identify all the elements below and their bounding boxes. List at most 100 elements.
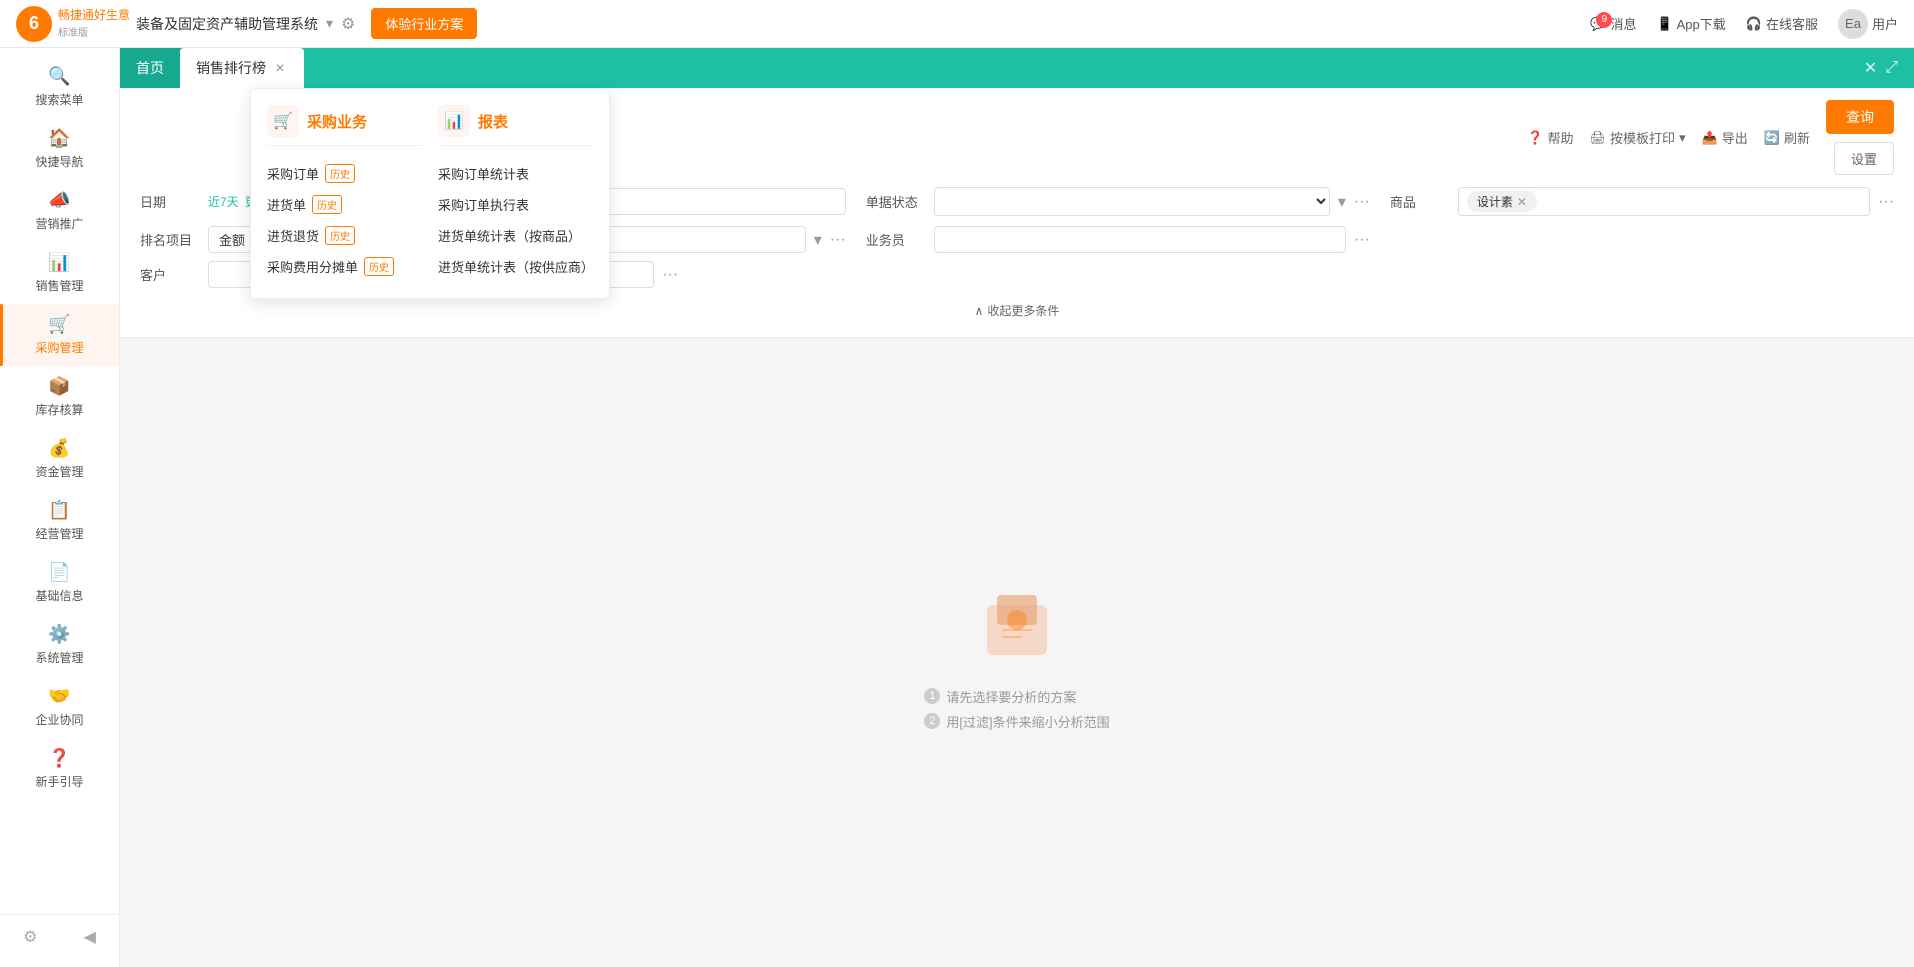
- dropdown-item-stock-stats-by-goods[interactable]: 进货单统计表（按商品）: [438, 220, 593, 251]
- sidebar-item-quick-nav[interactable]: 🏠 快捷导航: [0, 118, 119, 180]
- tab-home[interactable]: 首页: [120, 48, 180, 88]
- sidebar-label-finance: 资金管理: [35, 463, 83, 480]
- user-item[interactable]: Ea 用户: [1838, 9, 1898, 39]
- sidebar-item-search-menu[interactable]: 🔍 搜索菜单: [0, 56, 119, 118]
- sidebar-item-guide[interactable]: ❓ 新手引导: [0, 738, 119, 800]
- salesperson-ellipsis[interactable]: ···: [1354, 231, 1370, 249]
- reports-col: 📊 报表 采购订单统计表 采购订单执行表 进货单统计表（按商品） 进货单统计: [438, 105, 593, 282]
- tab-expand-icon[interactable]: ⤢: [1885, 59, 1898, 77]
- help-btn[interactable]: ❓ 帮助: [1527, 128, 1573, 147]
- tip-text-2: 用[过滤]条件来缩小分析范围: [946, 712, 1109, 731]
- purchase-col-title: 采购业务: [307, 111, 367, 132]
- doc-status-select[interactable]: [934, 187, 1330, 216]
- sales-icon: 📊: [48, 252, 70, 273]
- industry-btn[interactable]: 体验行业方案: [371, 8, 477, 39]
- purchase-col-icon-wrap: 🛒: [267, 105, 299, 137]
- dropdown-item-purchase-order[interactable]: 采购订单 历史: [267, 158, 422, 189]
- system-dropdown-icon[interactable]: ▾: [326, 15, 333, 32]
- dropdown-item-purchase-order-stats[interactable]: 采购订单统计表: [438, 158, 593, 189]
- export-btn[interactable]: 📤 导出: [1702, 128, 1748, 147]
- finance-icon: 💰: [48, 438, 70, 459]
- tab-close-all-icon[interactable]: ✕: [1864, 58, 1877, 78]
- sidebar-label-purchase: 采购管理: [35, 339, 83, 356]
- tab-close-icon[interactable]: ✕: [272, 60, 288, 76]
- print-dropdown-icon[interactable]: ▾: [1679, 130, 1686, 146]
- stock-return-history-badge: 历史: [325, 226, 355, 245]
- dropdown-item-stock-return[interactable]: 进货退货 历史: [267, 220, 422, 251]
- goods-tag: 设计素 ✕: [1467, 191, 1537, 212]
- logo-sub: 标准版: [58, 24, 130, 39]
- empty-svg: [967, 575, 1067, 675]
- purchase-expense-label: 采购费用分摊单: [267, 257, 358, 276]
- purchase-order-label: 采购订单: [267, 164, 319, 183]
- rank-ellipsis[interactable]: ···: [830, 231, 846, 249]
- salesperson-input[interactable]: [934, 226, 1346, 253]
- content-area: 首页 销售排行榜 ✕ ✕ ⤢ ❓ 帮助 🖨 按模板打印: [120, 48, 1914, 967]
- app-download-item[interactable]: 📱 App下载: [1656, 14, 1725, 33]
- sidebar-item-sales[interactable]: 📊 销售管理: [0, 242, 119, 304]
- guide-icon: ❓: [48, 748, 70, 769]
- print-btn[interactable]: 🖨 按模板打印 ▾: [1590, 128, 1686, 147]
- sidebar-item-basic-info[interactable]: 📄 基础信息: [0, 552, 119, 614]
- sidebar-item-finance[interactable]: 💰 资金管理: [0, 428, 119, 490]
- reports-col-header: 📊 报表: [438, 105, 593, 146]
- bottom-settings-icon[interactable]: ⚙: [23, 927, 37, 947]
- filter-doc-status: 单据状态 ▾ ···: [866, 187, 1370, 216]
- tip-num-1: 1: [924, 688, 940, 704]
- refresh-btn[interactable]: 🔄 刷新: [1764, 128, 1810, 147]
- setting-button[interactable]: 设置: [1834, 142, 1894, 175]
- sidebar-item-inventory[interactable]: 📦 库存核算: [0, 366, 119, 428]
- online-service-item[interactable]: 🎧 在线客服: [1746, 14, 1818, 33]
- help-icon: ❓: [1527, 130, 1543, 146]
- sidebar-item-system[interactable]: ⚙️ 系统管理: [0, 614, 119, 676]
- date-quick-7days[interactable]: 近7天: [208, 193, 239, 210]
- dropdown-item-stock-in[interactable]: 进货单 历史: [267, 189, 422, 220]
- purchase-icon: 🛒: [48, 314, 70, 335]
- message-badge-wrap: 💬 9: [1590, 16, 1606, 32]
- sidebar-label-marketing: 营销推广: [35, 215, 83, 232]
- goods-tag-text: 设计素: [1477, 193, 1513, 210]
- doc-status-dropdown-icon[interactable]: ▾: [1338, 192, 1346, 212]
- user-initial: Ea: [1845, 16, 1861, 31]
- collapse-row[interactable]: ∧ 收起更多条件: [140, 296, 1894, 325]
- message-item[interactable]: 💬 9 消息: [1590, 14, 1636, 33]
- goods-tag-close[interactable]: ✕: [1517, 195, 1527, 209]
- sidebar-item-marketing[interactable]: 📣 营销推广: [0, 180, 119, 242]
- stock-in-history-badge: 历史: [312, 195, 342, 214]
- goods-ellipsis[interactable]: ···: [1878, 193, 1894, 211]
- help-label: 帮助: [1548, 128, 1574, 147]
- purchase-expense-history-badge: 历史: [364, 257, 394, 276]
- doc-status-ellipsis[interactable]: ···: [1354, 193, 1370, 211]
- query-button[interactable]: 查询: [1826, 100, 1894, 134]
- sidebar-item-purchase[interactable]: 🛒 采购管理: [0, 304, 119, 366]
- online-service-label: 在线客服: [1766, 14, 1818, 33]
- logo-name: 畅捷通好生意: [58, 8, 130, 24]
- customer-ellipsis[interactable]: ···: [662, 266, 678, 284]
- sidebar-label-sales: 销售管理: [35, 277, 83, 294]
- dropdown-item-purchase-expense[interactable]: 采购费用分摊单 历史: [267, 251, 422, 282]
- tip-num-2: 2: [924, 713, 940, 729]
- tab-sales-ranking[interactable]: 销售排行榜 ✕: [180, 48, 304, 88]
- purchase-col: 🛒 采购业务 采购订单 历史 进货单 历史 进货退货 历史: [267, 105, 422, 282]
- sidebar-item-operations[interactable]: 📋 经营管理: [0, 490, 119, 552]
- tab-bar: 首页 销售排行榜 ✕ ✕ ⤢: [120, 48, 1914, 88]
- sidebar-label-guide: 新手引导: [35, 773, 83, 790]
- filter-salesperson: 业务员 ···: [866, 226, 1370, 253]
- purchase-order-stats-label: 采购订单统计表: [438, 164, 529, 183]
- settings-icon[interactable]: ⚙: [341, 14, 355, 34]
- sidebar-label-operations: 经营管理: [35, 525, 83, 542]
- bottom-collapse-icon[interactable]: ◀: [84, 927, 96, 947]
- stock-in-label: 进货单: [267, 195, 306, 214]
- dropdown-item-purchase-order-exec[interactable]: 采购订单执行表: [438, 189, 593, 220]
- topbar-system: 装备及固定资产辅助管理系统 ▾ ⚙ 体验行业方案: [136, 8, 1590, 39]
- sidebar-label-search-menu: 搜索菜单: [35, 91, 83, 108]
- rank-label: 排名项目: [140, 230, 200, 249]
- tip-text-1: 请先选择要分析的方案: [946, 687, 1076, 706]
- reports-col-icon: 📊: [444, 111, 464, 131]
- rank-dropdown-icon[interactable]: ▾: [814, 230, 822, 250]
- dropdown-item-stock-stats-by-supplier[interactable]: 进货单统计表（按供应商）: [438, 251, 593, 282]
- topbar-right: 💬 9 消息 📱 App下载 🎧 在线客服 Ea 用户: [1590, 9, 1898, 39]
- tab-sales-ranking-label: 销售排行榜: [196, 58, 266, 78]
- tab-actions: ✕ ⤢: [1848, 58, 1914, 78]
- sidebar-item-cooperation[interactable]: 🤝 企业协同: [0, 676, 119, 738]
